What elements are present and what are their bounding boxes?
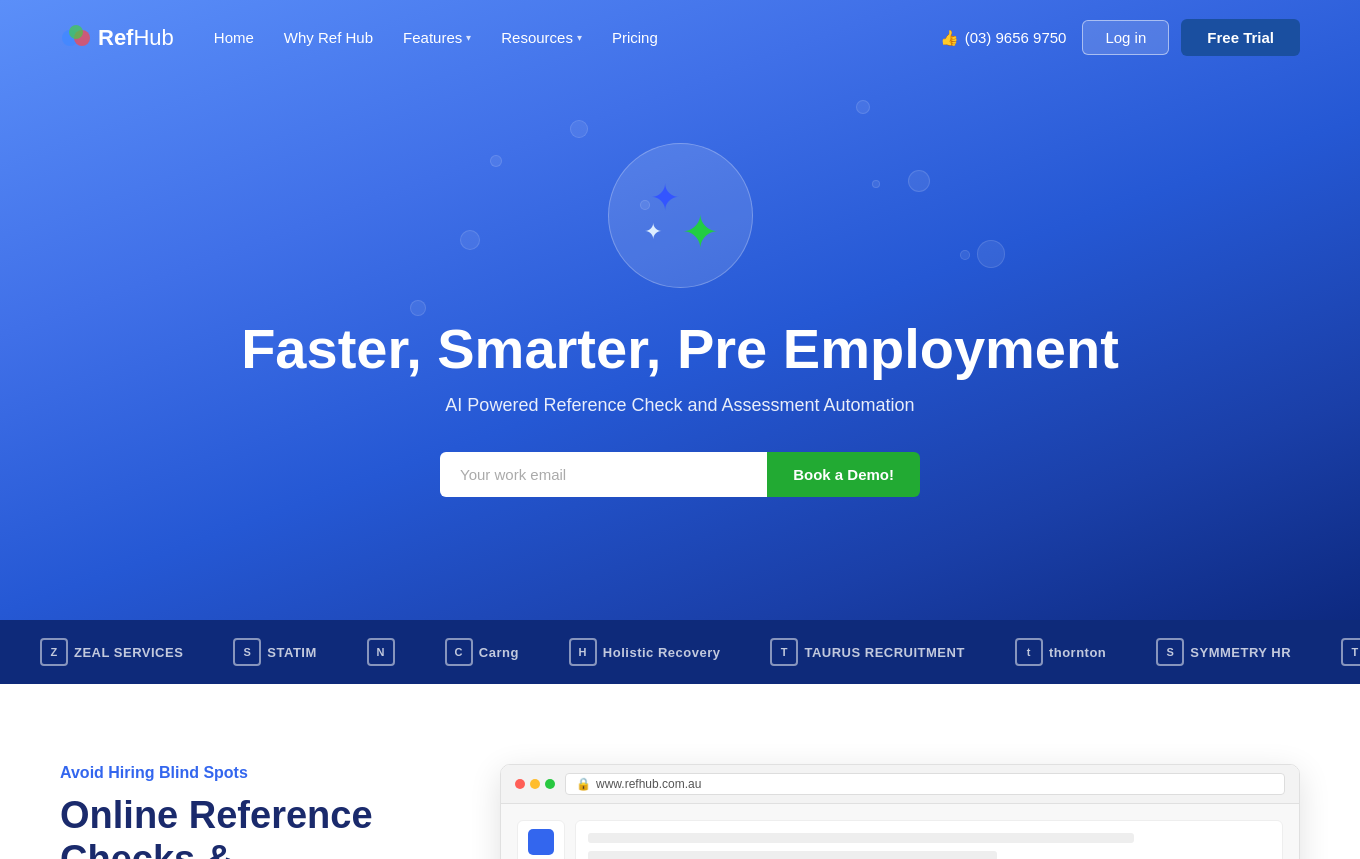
training-icon: T [1341,638,1360,666]
sidebar-icon-active [528,829,554,855]
taurus-icon: T [770,638,798,666]
book-demo-button[interactable]: Book a Demo! [767,452,920,497]
logo-training: T Training & Dev [1341,638,1360,666]
thornton-icon: t [1015,638,1043,666]
nav-resources[interactable]: Resources ▾ [501,29,582,46]
bubble-9 [410,300,426,316]
logo-zeal: Z ZEAL SERVICES [40,638,183,666]
email-input[interactable] [440,452,767,497]
browser-content [501,804,1299,859]
bubble-10 [872,180,880,188]
browser-sidebar [517,820,565,859]
dot-green [545,779,555,789]
login-button[interactable]: Log in [1082,20,1169,55]
hero-subtitle: AI Powered Reference Check and Assessmen… [445,395,914,416]
lower-heading: Online Reference Checks & [60,794,440,859]
bubble-5 [908,170,930,192]
lower-eyebrow: Avoid Hiring Blind Spots [60,764,440,782]
bubble-6 [960,250,970,260]
bubble-7 [460,230,480,250]
sparkle-inner: ✦ ✦ ✦ [640,175,720,255]
logo-n: N [367,638,395,666]
nav-pricing[interactable]: Pricing [612,29,658,46]
logo-symmetry: S SYMMETRY HR [1156,638,1291,666]
dot-red [515,779,525,789]
lower-section: Avoid Hiring Blind Spots Online Referenc… [0,684,1360,859]
bubble-2 [570,120,588,138]
hero-title: Faster, Smarter, Pre Employment [241,318,1119,380]
hero-section: ✦ ✦ ✦ Faster, Smarter, Pre Employment AI… [0,0,1360,620]
bubble-8 [977,240,1005,268]
holistic-icon: H [569,638,597,666]
features-chevron-icon: ▾ [466,32,471,43]
logo[interactable]: RefHub [60,22,174,54]
caring-icon: C [445,638,473,666]
logo-holistic: H Holistic Recovery [569,638,721,666]
statim-icon: S [233,638,261,666]
logo-taurus: T TAURUS RECRUITMENT [770,638,964,666]
logos-strip: Z ZEAL SERVICES S STATIM N C Carng H Hol… [0,620,1360,684]
sparkle-blue-icon: ✦ [650,180,680,216]
nav-features[interactable]: Features ▾ [403,29,471,46]
symmetry-icon: S [1156,638,1184,666]
logo-caring: C Carng [445,638,519,666]
nav-actions: Log in Free Trial [1082,19,1300,56]
bubble-4 [856,100,870,114]
browser-url: 🔒 www.refhub.com.au [565,773,1285,795]
sparkle-green-icon: ✦ [681,209,720,255]
lower-left: Avoid Hiring Blind Spots Online Referenc… [60,764,440,859]
n-icon: N [367,638,395,666]
logo-thornton: t thornton [1015,638,1106,666]
browser-main [575,820,1283,859]
browser-mock: 🔒 www.refhub.com.au [500,764,1300,859]
zeal-icon: Z [40,638,68,666]
logos-inner: Z ZEAL SERVICES S STATIM N C Carng H Hol… [0,638,1360,666]
svg-point-2 [69,25,83,39]
nav-home[interactable]: Home [214,29,254,46]
dot-yellow [530,779,540,789]
lower-right: 🔒 www.refhub.com.au [500,764,1300,859]
browser-dots [515,779,555,789]
resources-chevron-icon: ▾ [577,32,582,43]
lock-icon: 🔒 [576,777,591,791]
nav-links: Home Why Ref Hub Features ▾ Resources ▾ … [214,29,940,46]
logo-text: RefHub [98,25,174,51]
free-trial-button[interactable]: Free Trial [1181,19,1300,56]
bubble-1 [490,155,502,167]
hero-form: Book a Demo! [440,452,920,497]
navbar: RefHub Home Why Ref Hub Features ▾ Resou… [0,0,1360,75]
sparkle-circle: ✦ ✦ ✦ [608,143,753,288]
phone-number: 👍 (03) 9656 9750 [940,29,1067,47]
nav-why-ref-hub[interactable]: Why Ref Hub [284,29,373,46]
browser-bar: 🔒 www.refhub.com.au [501,765,1299,804]
logo-statim: S STATIM [233,638,316,666]
sparkle-small-icon: ✦ [644,221,662,243]
mock-line-1 [588,833,1134,843]
mock-line-2 [588,851,997,859]
logo-icon [60,22,92,54]
